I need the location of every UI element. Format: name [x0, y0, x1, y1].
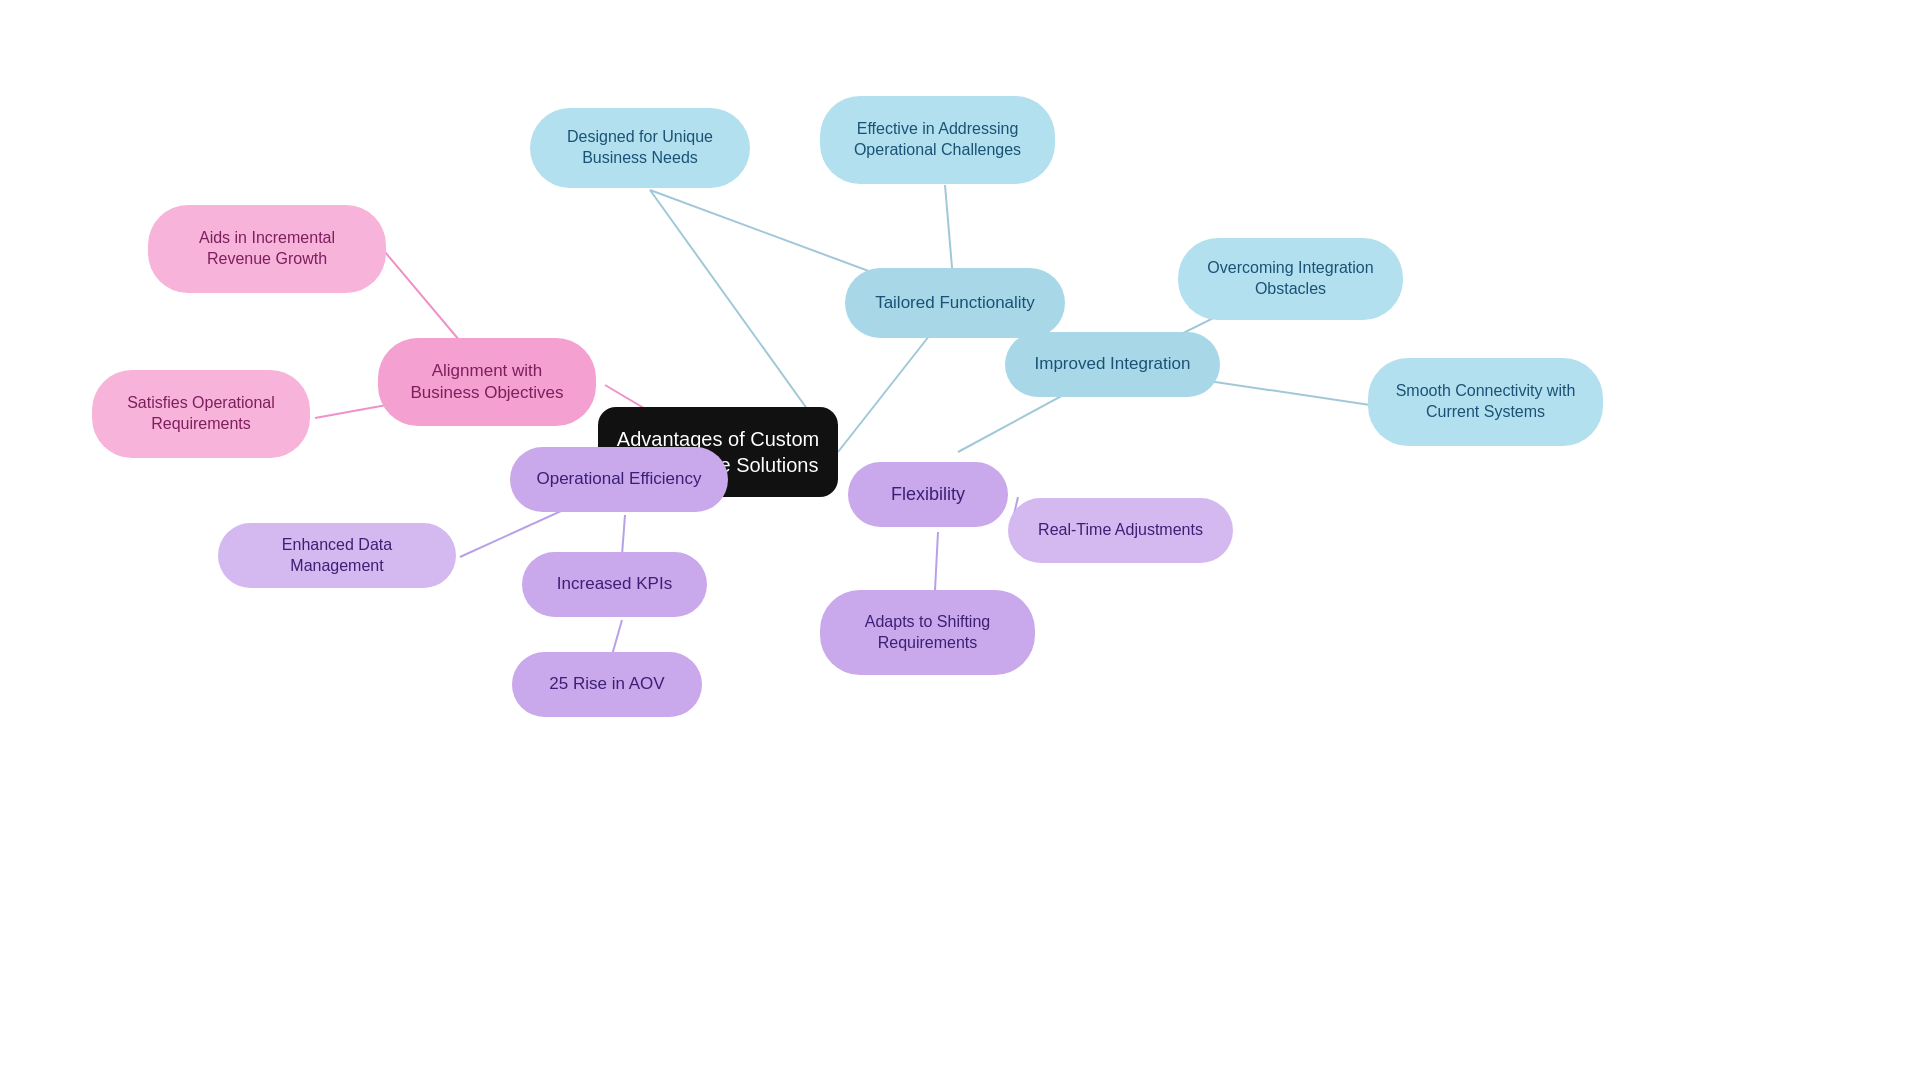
increased-kpis-node: Increased KPIs: [522, 552, 707, 617]
real-time-node: Real-Time Adjustments: [1008, 498, 1233, 563]
svg-line-9: [935, 532, 938, 590]
operational-efficiency-node: Operational Efficiency: [510, 447, 728, 512]
effective-addressing-node: Effective in Addressing Operational Chal…: [820, 96, 1055, 184]
enhanced-data-node: Enhanced Data Management: [218, 523, 456, 588]
tailored-functionality-node: Tailored Functionality: [845, 268, 1065, 338]
flexibility-node: Flexibility: [848, 462, 1008, 527]
alignment-business-node: Alignment with Business Objectives: [378, 338, 596, 426]
aids-incremental-node: Aids in Incremental Revenue Growth: [148, 205, 386, 293]
rise-aov-node: 25 Rise in AOV: [512, 652, 702, 717]
svg-line-12: [622, 515, 625, 555]
adapts-shifting-node: Adapts to Shifting Requirements: [820, 590, 1035, 675]
satisfies-operational-node: Satisfies Operational Requirements: [92, 370, 310, 458]
svg-line-13: [612, 620, 622, 655]
designed-unique-node: Designed for Unique Business Needs: [530, 108, 750, 188]
improved-integration-node: Improved Integration: [1005, 332, 1220, 397]
overcoming-integration-node: Overcoming Integration Obstacles: [1178, 238, 1403, 320]
smooth-connectivity-node: Smooth Connectivity with Current Systems: [1368, 358, 1603, 446]
